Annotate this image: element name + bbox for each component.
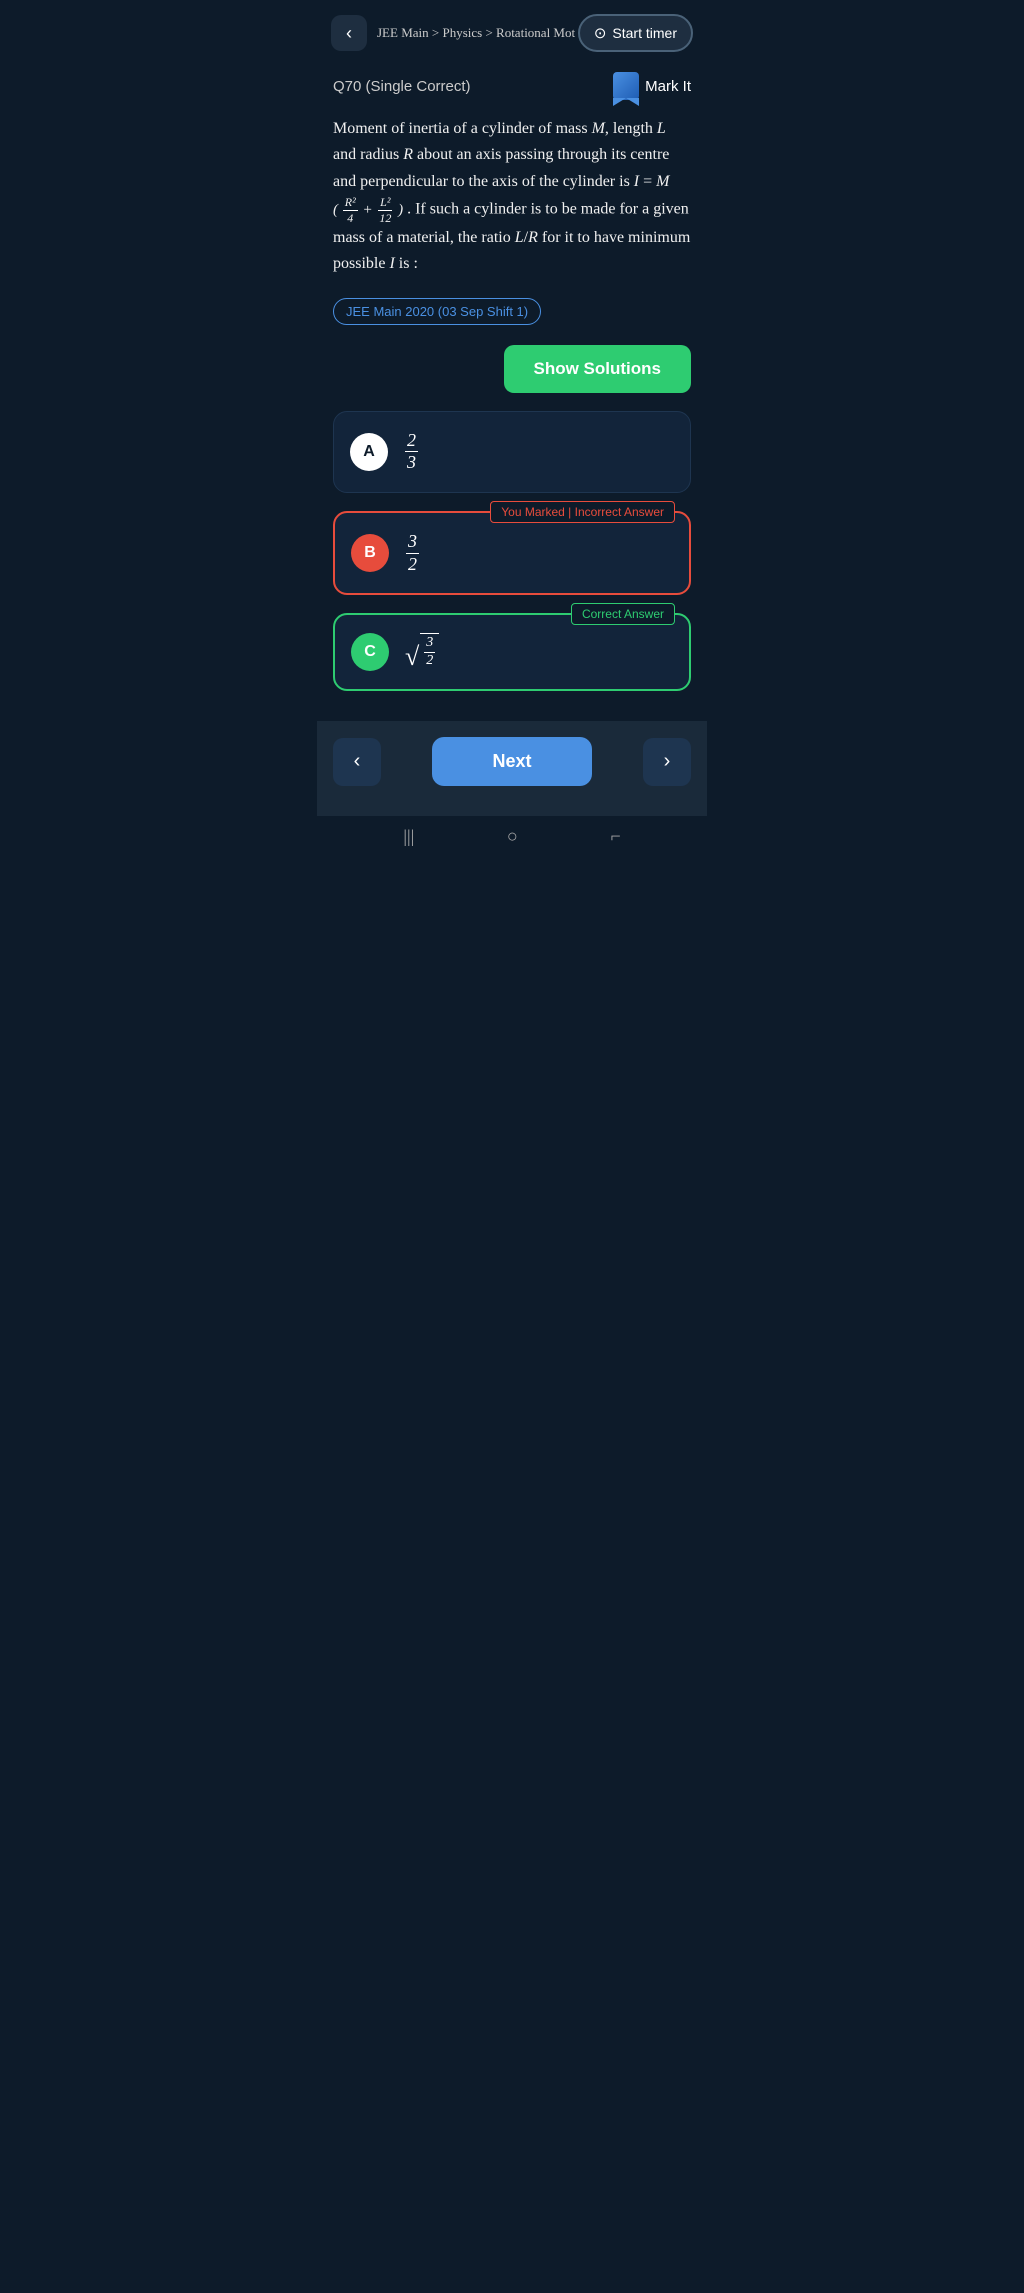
- option-c-sqrt: √ 3 2: [405, 633, 439, 670]
- option-b-fraction: 3 2: [406, 531, 419, 575]
- next-arrow-button[interactable]: ›: [643, 738, 691, 786]
- show-solutions-button[interactable]: Show Solutions: [504, 345, 692, 393]
- timer-icon: ⊙: [594, 24, 607, 42]
- timer-label: Start timer: [612, 25, 677, 41]
- back-button[interactable]: ‹: [331, 15, 367, 51]
- options-container: A 2 3 You Marked | Incorrect Answer B 3 …: [317, 411, 707, 691]
- option-a-fraction: 2 3: [405, 430, 418, 474]
- option-b-value: 3 2: [405, 531, 420, 575]
- option-c-fraction: 3 2: [424, 635, 435, 670]
- question-text-part1: Moment of inertia of a cylinder of mass …: [333, 120, 669, 190]
- bottom-nav: ‹ Next ›: [317, 721, 707, 816]
- prev-icon: ‹: [354, 750, 361, 773]
- next-icon: ›: [664, 750, 671, 773]
- fraction-l2-12: L² 12: [377, 195, 393, 225]
- mark-it-label: Mark It: [645, 78, 691, 95]
- start-timer-button[interactable]: ⊙ Start timer: [578, 14, 693, 52]
- recent-icon: ⌐: [610, 826, 620, 847]
- next-button[interactable]: Next: [432, 737, 591, 786]
- option-c-value: √ 3 2: [405, 633, 439, 671]
- question-id-label: Q70 (Single Correct): [333, 78, 471, 95]
- solutions-row: Show Solutions: [317, 339, 707, 411]
- option-b-card[interactable]: You Marked | Incorrect Answer B 3 2: [333, 511, 691, 595]
- option-b-badge: B: [351, 534, 389, 572]
- tag-row: JEE Main 2020 (03 Sep Shift 1): [317, 292, 707, 339]
- signal-icon: |||: [403, 826, 414, 847]
- system-bar: ||| ○ ⌐: [317, 816, 707, 856]
- option-c-card[interactable]: Correct Answer C √ 3 2: [333, 613, 691, 691]
- home-icon: ○: [507, 826, 518, 847]
- prev-button[interactable]: ‹: [333, 738, 381, 786]
- option-a-card[interactable]: A 2 3: [333, 411, 691, 493]
- exam-tag: JEE Main 2020 (03 Sep Shift 1): [333, 298, 541, 325]
- correct-answer-label: Correct Answer: [571, 603, 675, 625]
- fraction-r2-4: R² 4: [343, 195, 358, 225]
- bookmark-icon: [613, 72, 639, 100]
- back-icon: ‹: [346, 23, 352, 44]
- sqrt-content: 3 2: [420, 633, 439, 670]
- header: ‹ JEE Main > Physics > Rotational Mot ⊙ …: [317, 0, 707, 62]
- formula-display: ( R² 4 + L² 12 ): [333, 195, 403, 225]
- option-a-value: 2 3: [404, 430, 419, 474]
- incorrect-answer-label: You Marked | Incorrect Answer: [490, 501, 675, 523]
- breadcrumb: JEE Main > Physics > Rotational Mot: [377, 25, 578, 41]
- option-a-badge: A: [350, 433, 388, 471]
- sqrt-symbol: √: [405, 644, 419, 670]
- option-c-badge: C: [351, 633, 389, 671]
- question-body: Moment of inertia of a cylinder of mass …: [317, 106, 707, 292]
- mark-it-button[interactable]: Mark It: [613, 72, 691, 100]
- question-header: Q70 (Single Correct) Mark It: [317, 62, 707, 106]
